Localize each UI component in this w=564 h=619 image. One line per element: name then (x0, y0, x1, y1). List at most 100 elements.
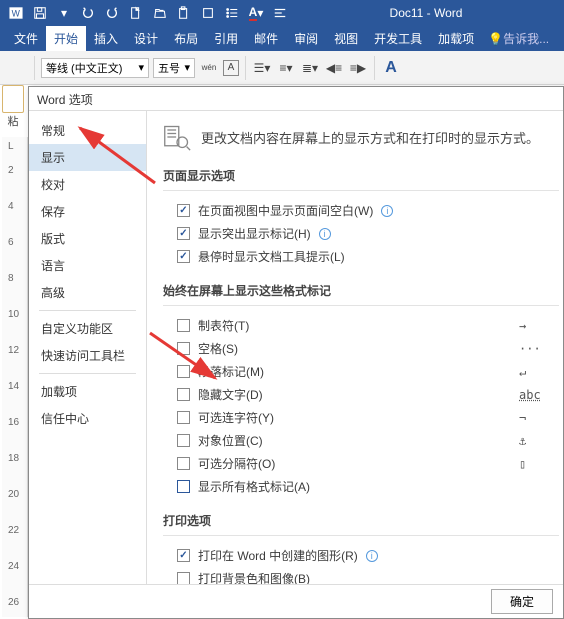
tab-design[interactable]: 设计 (126, 26, 166, 51)
redo-icon[interactable] (101, 2, 123, 24)
opt-print-drawings-label: 打印在 Word 中创建的图形(R) (198, 547, 358, 564)
bullets-icon[interactable]: ☰▾ (252, 58, 272, 78)
chk-hyphen[interactable] (177, 411, 190, 424)
bullets-icon[interactable] (221, 2, 243, 24)
dialog-main: 更改文档内容在屏幕上的显示方式和在打印时的显示方式。 页面显示选项 在页面视图中… (147, 111, 563, 584)
chk-hidden[interactable] (177, 388, 190, 401)
tab-mail[interactable]: 邮件 (246, 26, 286, 51)
chk-tab[interactable] (177, 319, 190, 332)
open-icon[interactable] (149, 2, 171, 24)
glyph-para: ↵ (519, 365, 559, 379)
ruler-mark: 22 (8, 525, 19, 536)
multilevel-icon[interactable]: ≣▾ (300, 58, 320, 78)
info-icon[interactable]: i (381, 205, 393, 217)
numbering-icon[interactable]: ≡▾ (276, 58, 296, 78)
opt-highlighter-label: 显示突出显示标记(H) (198, 225, 311, 242)
sidebar-item-8[interactable]: 自定义功能区 (29, 315, 146, 342)
chevron-down-icon[interactable]: ▾ (53, 2, 75, 24)
ruler-mark: 18 (8, 453, 19, 464)
char-border-icon[interactable]: A (223, 60, 239, 76)
opt-print-bg-label: 打印背景色和图像(B) (198, 570, 310, 584)
tab-view[interactable]: 视图 (326, 26, 366, 51)
paste-icon[interactable] (173, 2, 195, 24)
ruler-mark: 24 (8, 561, 19, 572)
opt-hyphen-label: 可选连字符(Y) (198, 409, 274, 426)
undo-icon[interactable] (77, 2, 99, 24)
sidebar-item-11[interactable]: 加载项 (29, 378, 146, 405)
chk-white-space[interactable] (177, 204, 190, 217)
chk-space[interactable] (177, 342, 190, 355)
tab-file[interactable]: 文件 (6, 26, 46, 51)
tab-addins[interactable]: 加载项 (430, 26, 482, 51)
info-icon[interactable]: i (319, 228, 331, 240)
glyph-hidden: abc (519, 388, 559, 402)
save-icon[interactable] (29, 2, 51, 24)
glyph-anchor: ⚓ (519, 434, 559, 448)
ruler-mark: 14 (8, 381, 19, 392)
tab-review[interactable]: 审阅 (286, 26, 326, 51)
styles-icon[interactable]: A (381, 58, 401, 78)
tell-me-label: 告诉我... (503, 30, 549, 47)
phonetic-guide-icon[interactable]: wén (199, 58, 219, 78)
font-name-dropdown[interactable]: 等线 (中文正文)▾ (41, 58, 149, 78)
sidebar-item-3[interactable]: 保存 (29, 198, 146, 225)
title-bar: W ▾ A▾ Doc11 - Word (0, 0, 564, 26)
chk-highlighter[interactable] (177, 227, 190, 240)
separator (163, 535, 559, 536)
opt-showall-label: 显示所有格式标记(A) (198, 478, 310, 495)
opt-optbreak-label: 可选分隔符(O) (198, 455, 275, 472)
section-page-display: 页面显示选项 (163, 167, 559, 184)
document-title: Doc11 - Word (292, 6, 560, 20)
tab-home[interactable]: 开始 (46, 26, 86, 51)
separator (245, 56, 246, 80)
ruler-mark: 2 (8, 165, 14, 176)
sidebar-item-12[interactable]: 信任中心 (29, 405, 146, 432)
tab-layout[interactable]: 布局 (166, 26, 206, 51)
chk-para[interactable] (177, 365, 190, 378)
dialog-footer: 确定 (29, 584, 563, 618)
info-icon[interactable]: i (366, 550, 378, 562)
separator (163, 190, 559, 191)
clipboard-icon[interactable] (2, 85, 24, 113)
dialog-title: Word 选项 (29, 87, 563, 111)
opt-anchor-label: 对象位置(C) (198, 432, 263, 449)
ok-button[interactable]: 确定 (491, 589, 553, 614)
chk-tooltips[interactable] (177, 250, 190, 263)
new-doc-icon[interactable] (125, 2, 147, 24)
chk-print-drawings[interactable] (177, 549, 190, 562)
tab-references[interactable]: 引用 (206, 26, 246, 51)
tab-insert[interactable]: 插入 (86, 26, 126, 51)
qat-blank-icon[interactable] (197, 2, 219, 24)
chk-showall[interactable] (177, 480, 190, 493)
align-icon[interactable] (269, 2, 291, 24)
tab-dev[interactable]: 开发工具 (366, 26, 430, 51)
font-size-dropdown[interactable]: 五号▾ (153, 58, 195, 78)
paste-label: 粘 (8, 113, 19, 129)
chk-print-bg[interactable] (177, 572, 190, 584)
ruler-origin: L (8, 141, 14, 152)
indent-dec-icon[interactable]: ◀≡ (324, 58, 344, 78)
sidebar-item-2[interactable]: 校对 (29, 171, 146, 198)
sidebar-item-0[interactable]: 常规 (29, 117, 146, 144)
ruler-mark: 8 (8, 273, 14, 284)
word-app-icon: W (5, 2, 27, 24)
sidebar-item-9[interactable]: 快速访问工具栏 (29, 342, 146, 369)
separator (39, 373, 136, 374)
ruler-mark: 6 (8, 237, 14, 248)
section-format-marks: 始终在屏幕上显示这些格式标记 (163, 282, 559, 299)
sidebar-item-4[interactable]: 版式 (29, 225, 146, 252)
sidebar-item-6[interactable]: 高级 (29, 279, 146, 306)
separator (39, 310, 136, 311)
chk-optbreak[interactable] (177, 457, 190, 470)
tell-me[interactable]: 💡 告诉我... (482, 26, 555, 51)
ruler-mark: 10 (8, 309, 19, 320)
sidebar-item-5[interactable]: 语言 (29, 252, 146, 279)
font-color-icon[interactable]: A▾ (245, 2, 267, 24)
ribbon-tabs: 文件 开始 插入 设计 布局 引用 邮件 审阅 视图 开发工具 加载项 💡 告诉… (0, 26, 564, 51)
chk-anchor[interactable] (177, 434, 190, 447)
sidebar-item-1[interactable]: 显示 (29, 144, 146, 171)
indent-inc-icon[interactable]: ≡▶ (348, 58, 368, 78)
opt-hidden-label: 隐藏文字(D) (198, 386, 263, 403)
ruler-mark: 16 (8, 417, 19, 428)
opt-tab-label: 制表符(T) (198, 317, 249, 334)
